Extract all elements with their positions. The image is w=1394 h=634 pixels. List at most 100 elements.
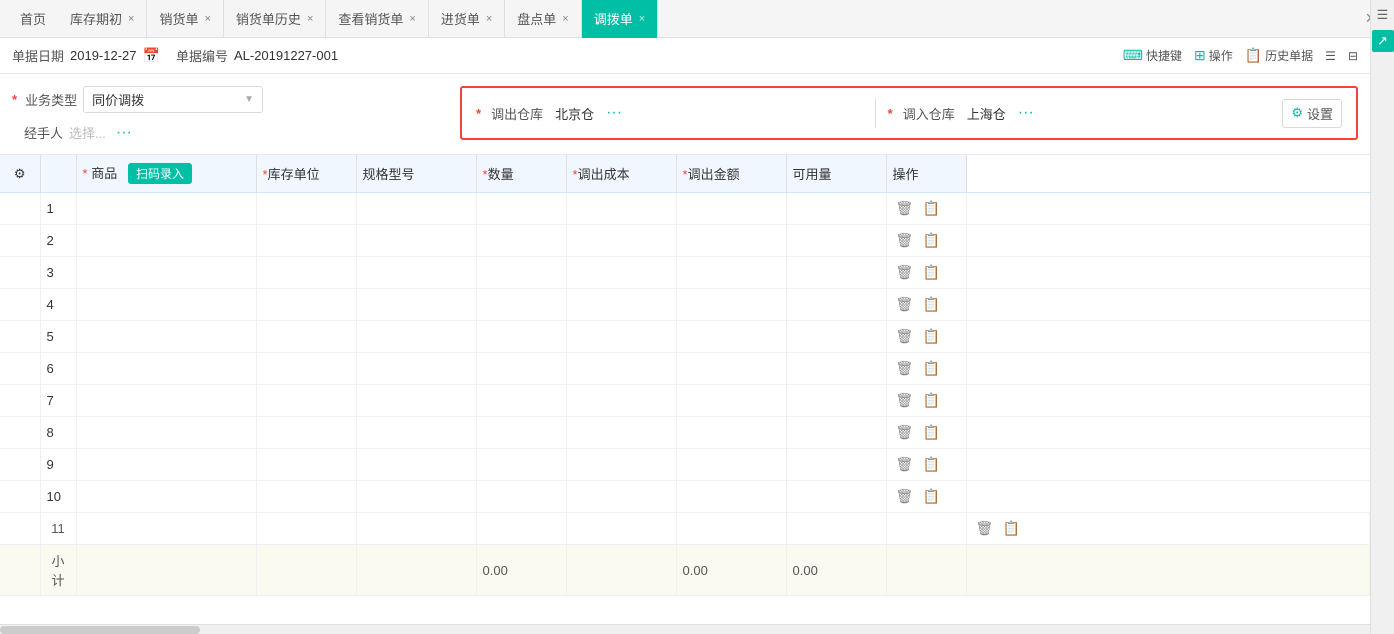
row-copy-icon-3[interactable]: 📋 bbox=[920, 264, 943, 280]
row-cost-2 bbox=[566, 225, 676, 257]
row-delete-icon-4[interactable]: 🗑 bbox=[893, 296, 917, 312]
row-delete-icon-8[interactable]: 🗑 bbox=[893, 424, 917, 440]
settings-button[interactable]: ⚙ 设置 bbox=[1282, 99, 1342, 128]
row-goods-8[interactable] bbox=[76, 417, 256, 449]
row-goods-1[interactable] bbox=[76, 193, 256, 225]
row-goods-5[interactable] bbox=[76, 321, 256, 353]
layout-grid-button[interactable]: ⊟ bbox=[1348, 49, 1358, 63]
row-copy-icon-4[interactable]: 📋 bbox=[920, 296, 943, 312]
table-header-op: 操作 bbox=[886, 155, 966, 193]
row-goods-6[interactable] bbox=[76, 353, 256, 385]
business-type-dropdown-icon: ▼ bbox=[244, 94, 254, 105]
row-qty-9[interactable] bbox=[476, 449, 566, 481]
handler-more-button[interactable]: ··· bbox=[112, 124, 136, 142]
tab-close-purchase-order[interactable]: × bbox=[486, 13, 492, 25]
tab-sales-history[interactable]: 销货单历史 × bbox=[224, 0, 326, 38]
row-delete-icon-1[interactable]: 🗑 bbox=[893, 200, 917, 216]
row-delete-icon-2[interactable]: 🗑 bbox=[893, 232, 917, 248]
table-row: 2 🗑 📋 bbox=[0, 225, 1370, 257]
row-qty-8[interactable] bbox=[476, 417, 566, 449]
row-copy-icon-7[interactable]: 📋 bbox=[920, 392, 943, 408]
subtotal-copy-icon[interactable]: 📋 bbox=[1000, 520, 1023, 536]
tab-close-sales-history[interactable]: × bbox=[307, 13, 313, 25]
tab-close-sales-order[interactable]: × bbox=[204, 13, 210, 25]
business-type-select[interactable]: 同价调拨 ▼ bbox=[83, 86, 263, 113]
row-op-6: 🗑 📋 bbox=[886, 353, 966, 385]
row-amount-8 bbox=[676, 417, 786, 449]
history-icon: 📋 bbox=[1245, 47, 1262, 64]
row-gear-3 bbox=[0, 257, 40, 289]
row-num-7: 7 bbox=[40, 385, 76, 417]
row-delete-icon-6[interactable]: 🗑 bbox=[893, 360, 917, 376]
row-goods-9[interactable] bbox=[76, 449, 256, 481]
row-goods-7[interactable] bbox=[76, 385, 256, 417]
handler-placeholder[interactable]: 选择... bbox=[69, 123, 106, 142]
row-goods-3[interactable] bbox=[76, 257, 256, 289]
history-button[interactable]: 📋 历史单据 bbox=[1245, 47, 1313, 64]
scrollbar-thumb[interactable] bbox=[0, 626, 200, 634]
row-qty-1[interactable] bbox=[476, 193, 566, 225]
operation-button[interactable]: ⊞ 操作 bbox=[1194, 47, 1233, 64]
row-goods-10[interactable] bbox=[76, 481, 256, 513]
settings-label: 设置 bbox=[1307, 104, 1333, 123]
row-qty-2[interactable] bbox=[476, 225, 566, 257]
items-table: ⚙ * 商品 扫码录入 *库存单位 规格型号 * bbox=[0, 155, 1370, 596]
row-copy-icon-9[interactable]: 📋 bbox=[920, 456, 943, 472]
row-copy-icon-5[interactable]: 📋 bbox=[920, 328, 943, 344]
horizontal-scrollbar[interactable] bbox=[0, 624, 1370, 634]
row-gear-1 bbox=[0, 193, 40, 225]
tab-close-initial-stock[interactable]: × bbox=[128, 13, 134, 25]
row-copy-icon-6[interactable]: 📋 bbox=[920, 360, 943, 376]
row-delete-icon-5[interactable]: 🗑 bbox=[893, 328, 917, 344]
doc-date-value: 2019-12-27 bbox=[70, 48, 137, 63]
row-op-3: 🗑 📋 bbox=[886, 257, 966, 289]
row-goods-2[interactable] bbox=[76, 225, 256, 257]
subtotal-row-label: 小计 bbox=[40, 545, 76, 596]
row-copy-icon-1[interactable]: 📋 bbox=[920, 200, 943, 216]
table-header-amount: *调出金额 bbox=[676, 155, 786, 193]
doc-no-field: 单据编号 AL-20191227-001 bbox=[176, 46, 338, 65]
tab-view-sales[interactable]: 查看销货单 × bbox=[326, 0, 428, 38]
row-copy-icon-10[interactable]: 📋 bbox=[920, 488, 943, 504]
tab-sales-order[interactable]: 销货单 × bbox=[147, 0, 223, 38]
row-op-5: 🗑 📋 bbox=[886, 321, 966, 353]
table-header-settings[interactable]: ⚙ bbox=[0, 155, 40, 193]
row-copy-icon-8[interactable]: 📋 bbox=[920, 424, 943, 440]
tab-purchase-order[interactable]: 进货单 × bbox=[429, 0, 505, 38]
layout-list-button[interactable]: ☰ bbox=[1325, 49, 1336, 63]
row-qty-3[interactable] bbox=[476, 257, 566, 289]
row-qty-6[interactable] bbox=[476, 353, 566, 385]
right-panel-list-button[interactable]: ☰ bbox=[1372, 4, 1394, 26]
row-delete-icon-3[interactable]: 🗑 bbox=[893, 264, 917, 280]
row-copy-icon-2[interactable]: 📋 bbox=[920, 232, 943, 248]
row-delete-icon-7[interactable]: 🗑 bbox=[893, 392, 917, 408]
row-amount-4 bbox=[676, 289, 786, 321]
scan-button[interactable]: 扫码录入 bbox=[128, 163, 192, 184]
subtotal-delete-icon[interactable]: 🗑 bbox=[973, 520, 997, 536]
tab-transfer[interactable]: 调拨单 × bbox=[582, 0, 658, 38]
tab-close-view-sales[interactable]: × bbox=[409, 13, 415, 25]
row-gear-9 bbox=[0, 449, 40, 481]
row-qty-4[interactable] bbox=[476, 289, 566, 321]
table-row: 1 🗑 📋 bbox=[0, 193, 1370, 225]
row-qty-10[interactable] bbox=[476, 481, 566, 513]
subtotal-cell-9 bbox=[886, 513, 966, 545]
in-warehouse-more-button[interactable]: ··· bbox=[1014, 104, 1038, 122]
row-qty-7[interactable] bbox=[476, 385, 566, 417]
row-delete-icon-10[interactable]: 🗑 bbox=[893, 488, 917, 504]
out-warehouse-more-button[interactable]: ··· bbox=[602, 104, 626, 122]
calendar-icon[interactable]: 📅 bbox=[143, 47, 160, 64]
subtotal-cell-8 bbox=[786, 513, 886, 545]
tab-initial-stock[interactable]: 库存期初 × bbox=[58, 0, 147, 38]
row-unit-10 bbox=[256, 481, 356, 513]
row-delete-icon-9[interactable]: 🗑 bbox=[893, 456, 917, 472]
tab-home[interactable]: 首页 bbox=[8, 0, 58, 38]
row-unit-7 bbox=[256, 385, 356, 417]
row-goods-4[interactable] bbox=[76, 289, 256, 321]
right-panel-export-button[interactable]: ↗ bbox=[1372, 30, 1394, 52]
row-qty-5[interactable] bbox=[476, 321, 566, 353]
tab-close-inventory[interactable]: × bbox=[562, 13, 568, 25]
shortcut-button[interactable]: ⌨ 快捷键 bbox=[1123, 47, 1182, 64]
tab-close-transfer[interactable]: × bbox=[639, 13, 645, 25]
tab-inventory[interactable]: 盘点单 × bbox=[505, 0, 581, 38]
